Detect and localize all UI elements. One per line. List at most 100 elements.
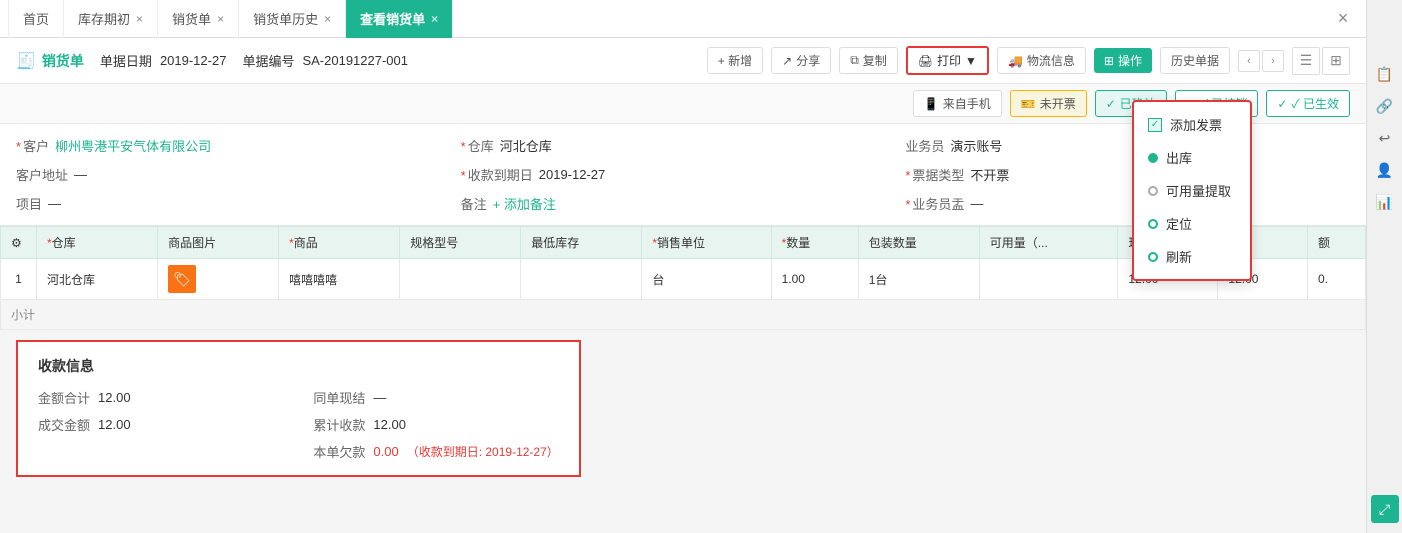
right-sidebar: 📋 🔗 ↩ 👤 📊 ⤢ bbox=[1366, 0, 1402, 533]
staff-value: 演示账号 bbox=[950, 136, 1070, 155]
ticket-type-value: 不开票 bbox=[970, 165, 1090, 184]
th-settings[interactable]: ⚙ bbox=[1, 227, 37, 259]
note-field: 备注 + 添加备注 bbox=[461, 194, 906, 213]
row-sales-unit: 台 bbox=[642, 259, 771, 300]
logistics-icon: 🚚 bbox=[1008, 54, 1023, 68]
dropdown-locate[interactable]: 定位 bbox=[1134, 207, 1250, 240]
subtotal-row: 小计 bbox=[1, 300, 1366, 330]
same-order-settlement-row: 同单现结 — bbox=[313, 388, 558, 407]
order-due-value: 0.00 bbox=[373, 444, 398, 459]
sales-staff-value: — bbox=[970, 196, 1090, 211]
address-value: — bbox=[74, 167, 194, 182]
tab-sales-history[interactable]: 销货单历史 × bbox=[239, 0, 346, 38]
share-button[interactable]: ↗ 分享 bbox=[771, 47, 831, 74]
next-button[interactable]: › bbox=[1262, 50, 1284, 72]
th-spec: 规格型号 bbox=[400, 227, 521, 259]
row-image: 🏷 bbox=[158, 259, 279, 300]
tab-close-sales[interactable]: × bbox=[217, 12, 224, 26]
total-amount-row: 金额合计 12.00 bbox=[38, 388, 283, 407]
order-due-extra: （收款到期日: 2019-12-27） bbox=[407, 443, 559, 460]
row-amount: 0. bbox=[1307, 259, 1365, 300]
dropdown-available-extract[interactable]: 可用量提取 bbox=[1134, 174, 1250, 207]
tab-home[interactable]: 首页 bbox=[8, 0, 64, 38]
tab-bar: 首页 库存期初 × 销货单 × 销货单历史 × 查看销货单 × × bbox=[0, 0, 1366, 38]
tab-inventory-init[interactable]: 库存期初 × bbox=[64, 0, 158, 38]
copy-button[interactable]: ⧉ 复制 bbox=[839, 47, 898, 74]
row-warehouse: 河北仓库 bbox=[37, 259, 158, 300]
staff-label: 业务员 bbox=[905, 136, 944, 155]
deal-amount-value: 12.00 bbox=[98, 417, 131, 432]
th-quantity: *数量 bbox=[771, 227, 858, 259]
deal-amount-label: 成交金额 bbox=[38, 415, 90, 434]
check-icon: ✓ bbox=[1106, 97, 1116, 111]
doc-meta: 单据日期 2019-12-27 bbox=[100, 51, 227, 70]
sidebar-icon-1[interactable]: 📋 bbox=[1371, 60, 1399, 88]
list-view-button[interactable]: ☰ bbox=[1292, 47, 1320, 75]
customer-value[interactable]: 柳州粤港平安气体有限公司 bbox=[55, 136, 211, 155]
row-quantity: 1.00 bbox=[771, 259, 858, 300]
cumulative-collection-row: 累计收款 12.00 bbox=[313, 415, 558, 434]
doc-header: 🧾 销货单 单据日期 2019-12-27 单据编号 SA-20191227-0… bbox=[0, 38, 1366, 84]
tab-close-inventory[interactable]: × bbox=[136, 12, 143, 26]
operations-button[interactable]: ⊞ 操作 bbox=[1094, 48, 1152, 73]
dropdown-menu: ✓ 添加发票 出库 可用量提取 定位 刷新 bbox=[1132, 100, 1252, 281]
subtotal-label: 小计 bbox=[1, 300, 1366, 330]
tab-view-sales[interactable]: 查看销货单 × bbox=[346, 0, 453, 38]
print-button[interactable]: 🖨 打印 ▼ bbox=[906, 46, 989, 75]
dropdown-arrow: ▼ bbox=[965, 54, 977, 68]
customer-field: *客户 柳州粤港平安气体有限公司 bbox=[16, 136, 461, 155]
ticket-icon: 🎫 bbox=[1021, 97, 1036, 111]
sidebar-icon-4[interactable]: 👤 bbox=[1371, 156, 1399, 184]
from-phone-button[interactable]: 📱 来自手机 bbox=[913, 90, 1002, 117]
window-close-button[interactable]: × bbox=[1328, 4, 1358, 34]
row-spec bbox=[400, 259, 521, 300]
ticket-type-label: *票据类型 bbox=[905, 165, 964, 184]
dropdown-outbound[interactable]: 出库 bbox=[1134, 141, 1250, 174]
sidebar-icon-5[interactable]: 📊 bbox=[1371, 188, 1399, 216]
th-sales-unit: *销售单位 bbox=[642, 227, 771, 259]
sidebar-icon-2[interactable]: 🔗 bbox=[1371, 92, 1399, 120]
row-min-stock bbox=[521, 259, 642, 300]
order-due-label: 本单欠款 bbox=[313, 442, 365, 461]
dot-hollow-blue-icon-2 bbox=[1148, 252, 1158, 262]
share-icon: ↗ bbox=[782, 54, 792, 68]
number-value: SA-20191227-001 bbox=[302, 53, 408, 68]
project-value: — bbox=[48, 196, 168, 211]
tab-sales-order[interactable]: 销货单 × bbox=[158, 0, 239, 38]
due-date-label: *收款到期日 bbox=[461, 165, 533, 184]
dropdown-refresh[interactable]: 刷新 bbox=[1134, 240, 1250, 273]
dot-blue-icon bbox=[1148, 153, 1158, 163]
staff-field: 业务员 演示账号 bbox=[905, 136, 1350, 155]
date-label: 单据日期 bbox=[100, 51, 152, 70]
grid-view-button[interactable]: ⊞ bbox=[1322, 47, 1350, 75]
th-warehouse: *仓库 bbox=[37, 227, 158, 259]
print-icon: 🖨 bbox=[918, 54, 933, 68]
bottom-area: 收款信息 金额合计 12.00 同单现结 — 成交金额 12.00 累计收款 1… bbox=[0, 330, 1366, 487]
doc-icon: 🧾 bbox=[16, 51, 36, 71]
tab-close-history[interactable]: × bbox=[324, 12, 331, 26]
history-button[interactable]: 历史单据 bbox=[1160, 47, 1230, 74]
tab-close-view[interactable]: × bbox=[431, 12, 438, 26]
dropdown-add-invoice[interactable]: ✓ 添加发票 bbox=[1134, 108, 1250, 141]
same-order-settlement-value: — bbox=[373, 390, 386, 405]
warehouse-label: *仓库 bbox=[461, 136, 494, 155]
sidebar-icon-3[interactable]: ↩ bbox=[1371, 124, 1399, 152]
sales-staff-field: *业务员盂 — bbox=[905, 194, 1350, 213]
add-note-button[interactable]: + 添加备注 bbox=[493, 194, 613, 213]
th-amount: 额 bbox=[1307, 227, 1365, 259]
warehouse-field: *仓库 河北仓库 bbox=[461, 136, 906, 155]
due-date-field: *收款到期日 2019-12-27 bbox=[461, 165, 906, 184]
cumulative-collection-label: 累计收款 bbox=[313, 415, 365, 434]
number-label: 单据编号 bbox=[242, 51, 294, 70]
not-open-button[interactable]: 🎫 未开票 bbox=[1010, 90, 1087, 117]
doc-actions: + 新增 ↗ 分享 ⧉ 复制 🖨 打印 ▼ 🚚 物流信息 ⊞ 操作 bbox=[707, 46, 1350, 75]
summary-grid: 金额合计 12.00 同单现结 — 成交金额 12.00 累计收款 12.00 … bbox=[38, 388, 559, 461]
effective-button[interactable]: ✓ ✓ 已生效 bbox=[1266, 90, 1350, 117]
sidebar-expand-button[interactable]: ⤢ bbox=[1371, 495, 1399, 523]
logistics-button[interactable]: 🚚 物流信息 bbox=[997, 47, 1086, 74]
prev-button[interactable]: ‹ bbox=[1238, 50, 1260, 72]
checkbox-icon: ✓ bbox=[1148, 118, 1162, 132]
new-button[interactable]: + 新增 bbox=[707, 47, 763, 74]
check-effective-icon: ✓ bbox=[1277, 97, 1287, 111]
dot-hollow-icon bbox=[1148, 186, 1158, 196]
